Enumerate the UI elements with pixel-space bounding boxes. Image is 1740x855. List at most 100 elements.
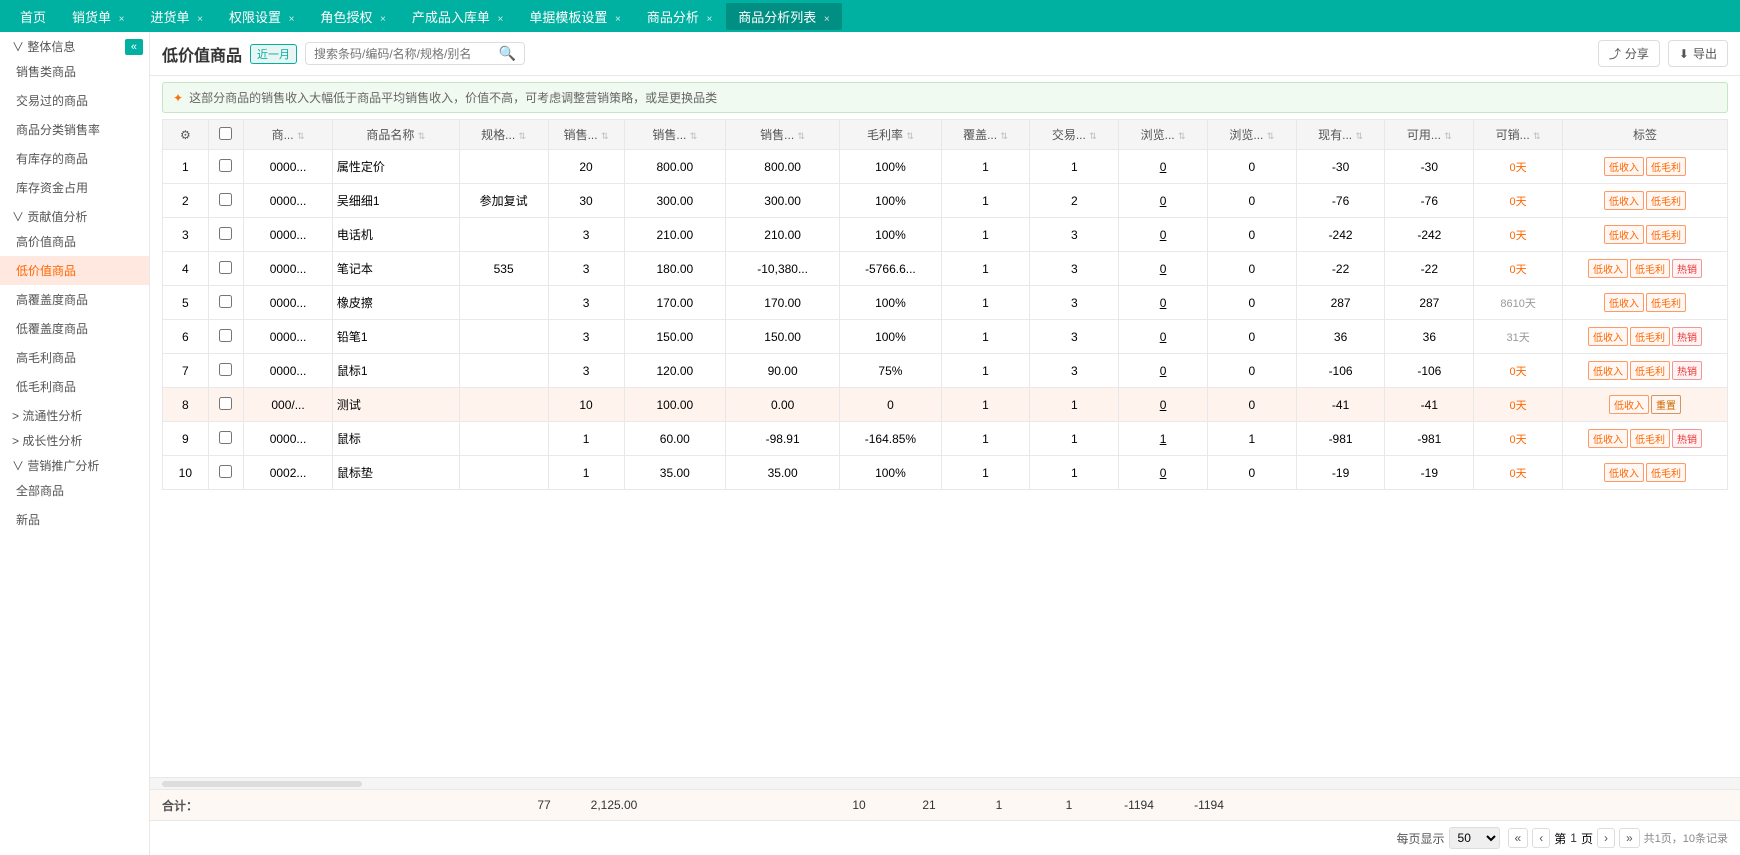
sidebar-item-traded[interactable]: 交易过的商品 bbox=[0, 86, 149, 115]
close-icon[interactable]: × bbox=[824, 14, 830, 25]
nav-product-analysis-list[interactable]: 商品分析列表 × bbox=[726, 3, 841, 30]
row-sale1: 300.00 bbox=[624, 184, 725, 218]
export-button[interactable]: ⬇ 导出 bbox=[1668, 40, 1728, 67]
close-icon[interactable]: × bbox=[380, 14, 386, 25]
nav-roles[interactable]: 角色授权 × bbox=[308, 3, 397, 30]
row-checkbox[interactable] bbox=[219, 227, 232, 240]
col-browse2[interactable]: 浏览... ⇅ bbox=[1207, 120, 1296, 150]
row-qty: 30 bbox=[548, 184, 624, 218]
sidebar-group-toggle[interactable]: ∨ 整体信息 bbox=[12, 38, 75, 55]
settings-icon[interactable]: ⚙ bbox=[180, 128, 191, 142]
col-trade[interactable]: 交易... ⇅ bbox=[1030, 120, 1119, 150]
col-current[interactable]: 现有... ⇅ bbox=[1296, 120, 1385, 150]
sidebar-item-category-rate[interactable]: 商品分类销售率 bbox=[0, 115, 149, 144]
nav-purchase[interactable]: 进货单 × bbox=[138, 3, 214, 30]
search-icon[interactable]: 🔍 bbox=[499, 45, 516, 62]
sidebar-item-all-products[interactable]: 全部商品 bbox=[0, 476, 149, 505]
col-available[interactable]: 可用... ⇅ bbox=[1385, 120, 1474, 150]
nav-product-in[interactable]: 产成品入库单 × bbox=[400, 3, 515, 30]
close-icon[interactable]: × bbox=[706, 14, 712, 25]
nav-permissions[interactable]: 权限设置 × bbox=[217, 3, 306, 30]
sidebar-item-new-products[interactable]: 新品 bbox=[0, 505, 149, 534]
nav-sales[interactable]: 销货单 × bbox=[60, 3, 136, 30]
sidebar-group-contribution[interactable]: ∨ 贡献值分析 bbox=[0, 202, 149, 227]
nav-template[interactable]: 单据模板设置 × bbox=[517, 3, 632, 30]
row-sale2: 210.00 bbox=[726, 218, 840, 252]
collapse-sidebar-btn[interactable]: « bbox=[125, 39, 143, 55]
col-cover[interactable]: 覆盖... ⇅ bbox=[941, 120, 1030, 150]
col-browse1[interactable]: 浏览... ⇅ bbox=[1119, 120, 1208, 150]
row-code: 0000... bbox=[244, 422, 333, 456]
sidebar-item-inventory[interactable]: 有库存的商品 bbox=[0, 144, 149, 173]
col-qty[interactable]: 销售... ⇅ bbox=[548, 120, 624, 150]
browse-link[interactable]: 0 bbox=[1160, 194, 1167, 208]
browse-link[interactable]: 0 bbox=[1160, 364, 1167, 378]
row-checkbox[interactable] bbox=[219, 295, 232, 308]
col-code[interactable]: 商... ⇅ bbox=[244, 120, 333, 150]
sidebar-item-capital[interactable]: 库存资金占用 bbox=[0, 173, 149, 202]
per-page-select[interactable]: 50 100 200 bbox=[1449, 827, 1500, 849]
sidebar-item-high-coverage[interactable]: 高覆盖度商品 bbox=[0, 285, 149, 314]
nav-product-analysis[interactable]: 商品分析 × bbox=[635, 3, 724, 30]
row-checkbox-cell bbox=[208, 252, 244, 286]
time-filter-tag[interactable]: 近一月 bbox=[250, 44, 297, 64]
row-checkbox[interactable] bbox=[219, 261, 232, 274]
close-icon[interactable]: × bbox=[289, 14, 295, 25]
sidebar-group-growth[interactable]: > 成长性分析 bbox=[0, 426, 149, 451]
row-checkbox[interactable] bbox=[219, 431, 232, 444]
col-settings[interactable]: ⚙ bbox=[163, 120, 209, 150]
footer-empty4 bbox=[344, 796, 444, 814]
browse-link[interactable]: 0 bbox=[1160, 228, 1167, 242]
sidebar-item-high-value[interactable]: 高价值商品 bbox=[0, 227, 149, 256]
col-sale2[interactable]: 销售... ⇅ bbox=[726, 120, 840, 150]
row-checkbox[interactable] bbox=[219, 329, 232, 342]
footer-browse1: 1 bbox=[964, 796, 1034, 814]
last-page-btn[interactable]: » bbox=[1619, 828, 1640, 848]
col-gross[interactable]: 毛利率 ⇅ bbox=[840, 120, 941, 150]
col-name[interactable]: 商品名称 ⇅ bbox=[332, 120, 459, 150]
browse-link[interactable]: 0 bbox=[1160, 466, 1167, 480]
row-checkbox[interactable] bbox=[219, 363, 232, 376]
browse-link[interactable]: 0 bbox=[1160, 160, 1167, 174]
close-icon[interactable]: × bbox=[498, 14, 504, 25]
row-trade: 1 bbox=[1030, 422, 1119, 456]
prev-page-btn[interactable]: ‹ bbox=[1532, 828, 1550, 848]
header-right: ⤴ 分享 ⬇ 导出 bbox=[1598, 40, 1728, 67]
row-checkbox[interactable] bbox=[219, 193, 232, 206]
horizontal-scrollbar[interactable] bbox=[150, 777, 1740, 789]
sidebar-group-circulation[interactable]: > 流通性分析 bbox=[0, 401, 149, 426]
col-spec[interactable]: 规格... ⇅ bbox=[459, 120, 548, 150]
search-input[interactable] bbox=[314, 47, 495, 61]
browse-link[interactable]: 1 bbox=[1160, 432, 1167, 446]
browse-link[interactable]: 0 bbox=[1160, 398, 1167, 412]
share-button[interactable]: ⤴ 分享 bbox=[1598, 40, 1660, 67]
next-page-btn[interactable]: › bbox=[1597, 828, 1615, 848]
sidebar-item-low-value[interactable]: 低价值商品 bbox=[0, 256, 149, 285]
browse-link[interactable]: 0 bbox=[1160, 296, 1167, 310]
browse-link[interactable]: 0 bbox=[1160, 330, 1167, 344]
close-icon[interactable]: × bbox=[615, 14, 621, 25]
row-gross: 100% bbox=[840, 456, 941, 490]
sidebar-item-sales-products[interactable]: 销售类商品 bbox=[0, 57, 149, 86]
sidebar-item-low-coverage[interactable]: 低覆盖度商品 bbox=[0, 314, 149, 343]
days-display: 0天 bbox=[1510, 196, 1527, 208]
row-checkbox[interactable] bbox=[219, 465, 232, 478]
sidebar: ∨ 整体信息 « 销售类商品 交易过的商品 商品分类销售率 有库存的商品 库存资… bbox=[0, 32, 150, 855]
tag-badge: 低收入 bbox=[1588, 361, 1628, 380]
browse-link[interactable]: 0 bbox=[1160, 262, 1167, 276]
first-page-btn[interactable]: « bbox=[1508, 828, 1529, 848]
select-all-checkbox[interactable] bbox=[219, 127, 232, 140]
col-sale1[interactable]: 销售... ⇅ bbox=[624, 120, 725, 150]
scroll-track[interactable] bbox=[162, 781, 362, 787]
row-checkbox[interactable] bbox=[219, 397, 232, 410]
close-icon[interactable]: × bbox=[197, 14, 203, 25]
sidebar-item-low-margin[interactable]: 低毛利商品 bbox=[0, 372, 149, 401]
sidebar-item-high-margin[interactable]: 高毛利商品 bbox=[0, 343, 149, 372]
current-page: 1 bbox=[1570, 831, 1577, 845]
col-sellable[interactable]: 可销... ⇅ bbox=[1474, 120, 1563, 150]
nav-home[interactable]: 首页 bbox=[8, 3, 58, 30]
close-icon[interactable]: × bbox=[119, 14, 125, 25]
sidebar-group-marketing[interactable]: ∨ 营销推广分析 bbox=[0, 451, 149, 476]
row-checkbox[interactable] bbox=[219, 159, 232, 172]
row-available: 287 bbox=[1385, 286, 1474, 320]
